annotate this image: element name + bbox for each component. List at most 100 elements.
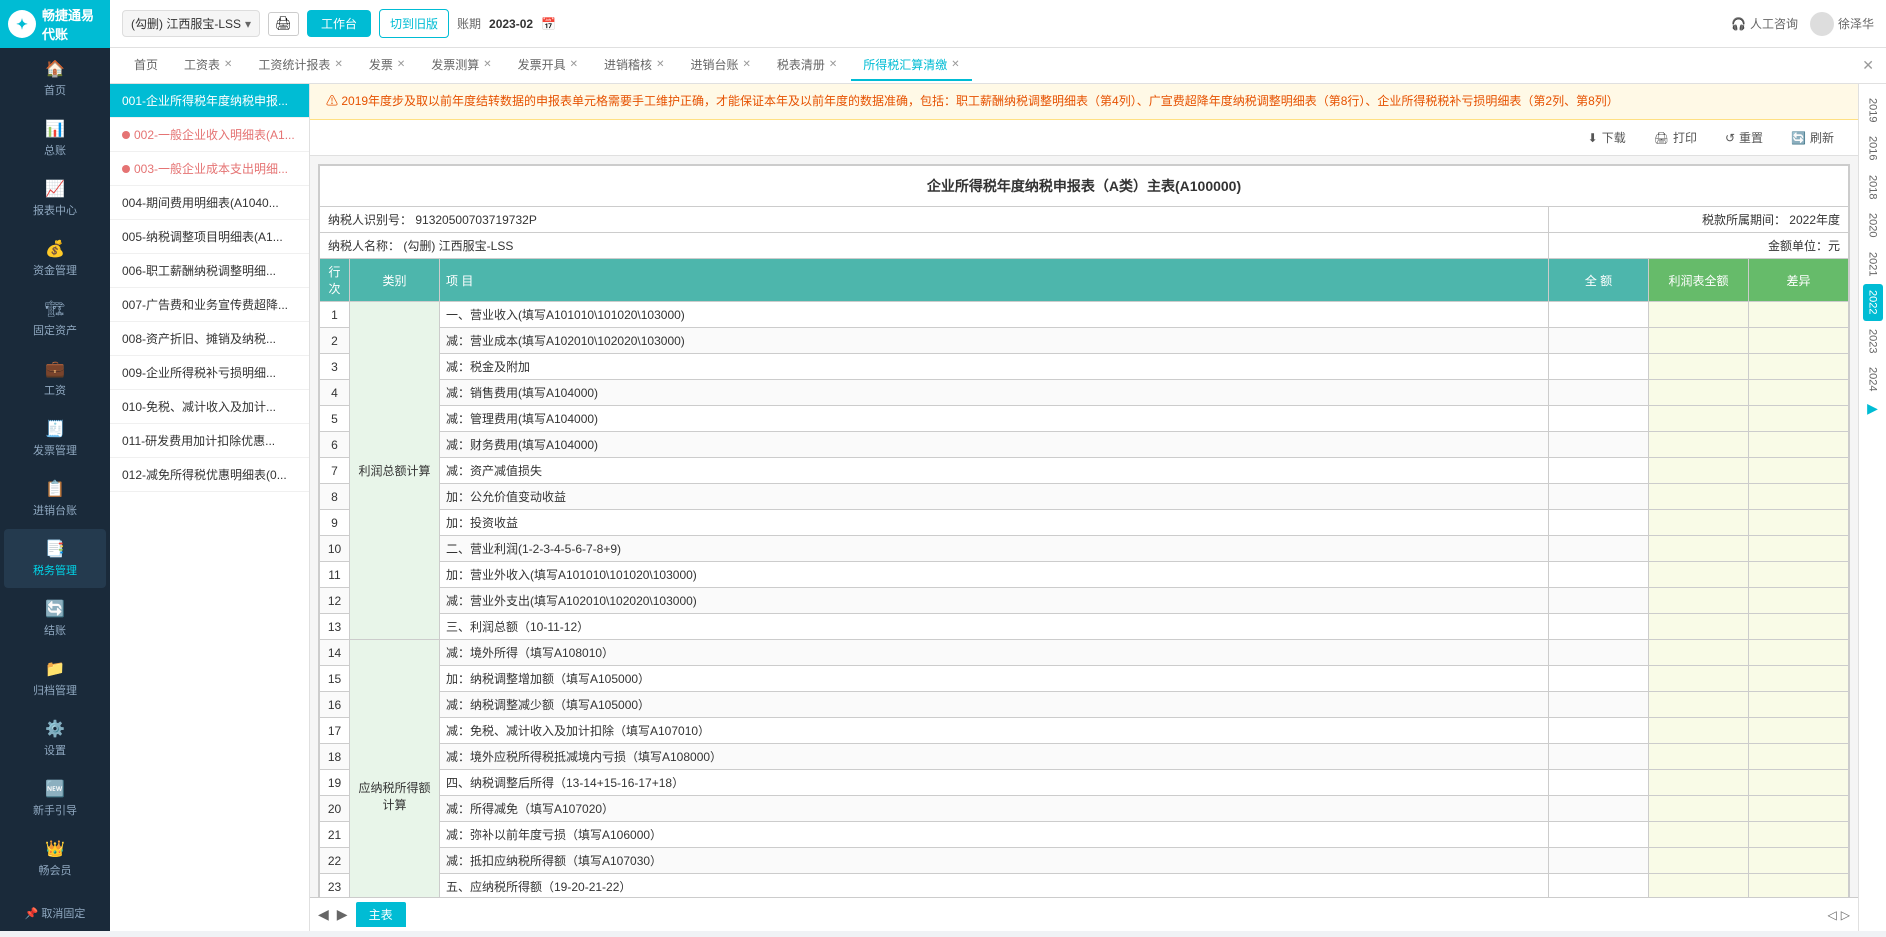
amount-cell[interactable] xyxy=(1549,302,1649,328)
print-button[interactable]: 🖨 打印 xyxy=(1646,126,1705,149)
tab-close-icon[interactable]: ✕ xyxy=(742,59,750,70)
nav-tab-工资统计报表[interactable]: 工资统计报表✕ xyxy=(246,50,354,81)
cancel-fixed-btn[interactable]: 📌 取消固定 xyxy=(0,897,110,929)
sidebar-item-salary[interactable]: 💼 工资 xyxy=(4,349,106,408)
profit-cell[interactable] xyxy=(1649,458,1749,484)
profit-cell[interactable] xyxy=(1649,562,1749,588)
diff-cell[interactable] xyxy=(1749,770,1849,796)
tab-close-icon[interactable]: ✕ xyxy=(656,59,664,70)
tab-close-icon[interactable]: ✕ xyxy=(570,59,578,70)
nav-tab-进销台账[interactable]: 进销台账✕ xyxy=(678,50,762,81)
profit-cell[interactable] xyxy=(1649,328,1749,354)
amount-cell[interactable] xyxy=(1549,328,1649,354)
nav-tab-税表清册[interactable]: 税表清册✕ xyxy=(765,50,849,81)
reset-button[interactable]: ↺ 重置 xyxy=(1717,126,1771,149)
close-all-tabs-button[interactable]: ✕ xyxy=(1862,57,1874,74)
year-btn-2022[interactable]: 2022 xyxy=(1863,284,1883,320)
profit-cell[interactable] xyxy=(1649,354,1749,380)
diff-cell[interactable] xyxy=(1749,406,1849,432)
amount-cell[interactable] xyxy=(1549,744,1649,770)
sidebar-item-tax[interactable]: 📑 税务管理 xyxy=(4,529,106,588)
diff-cell[interactable] xyxy=(1749,640,1849,666)
sidebar-item-archive[interactable]: 📁 归档管理 xyxy=(4,649,106,708)
profit-cell[interactable] xyxy=(1649,640,1749,666)
amount-cell[interactable] xyxy=(1549,354,1649,380)
tab-close-icon[interactable]: ✕ xyxy=(951,59,959,70)
profit-cell[interactable] xyxy=(1649,302,1749,328)
sheet-nav-left[interactable]: ◀ xyxy=(318,906,329,923)
diff-cell[interactable] xyxy=(1749,380,1849,406)
profit-cell[interactable] xyxy=(1649,510,1749,536)
profit-cell[interactable] xyxy=(1649,744,1749,770)
tab-close-icon[interactable]: ✕ xyxy=(829,59,837,70)
year-expand-icon[interactable]: ▶ xyxy=(1867,400,1878,417)
profit-cell[interactable] xyxy=(1649,614,1749,640)
diff-cell[interactable] xyxy=(1749,536,1849,562)
amount-cell[interactable] xyxy=(1549,458,1649,484)
left-panel-item-009[interactable]: 009-企业所得税补亏损明细... xyxy=(110,356,309,390)
year-btn-2020[interactable]: 2020 xyxy=(1863,207,1883,243)
amount-cell[interactable] xyxy=(1549,666,1649,692)
amount-cell[interactable] xyxy=(1549,796,1649,822)
diff-cell[interactable] xyxy=(1749,614,1849,640)
sidebar-item-settings[interactable]: ⚙️ 设置 xyxy=(4,709,106,768)
left-panel-item-001[interactable]: 001-企业所得税年度纳税申报... xyxy=(110,84,309,118)
amount-cell[interactable] xyxy=(1549,822,1649,848)
diff-cell[interactable] xyxy=(1749,744,1849,770)
amount-cell[interactable] xyxy=(1549,640,1649,666)
left-panel-item-002[interactable]: 002-一般企业收入明细表(A1... xyxy=(110,118,309,152)
amount-cell[interactable] xyxy=(1549,692,1649,718)
sidebar-item-purchase[interactable]: 📋 进销台账 xyxy=(4,469,106,528)
diff-cell[interactable] xyxy=(1749,302,1849,328)
year-btn-2019[interactable]: 2019 xyxy=(1863,92,1883,128)
profit-cell[interactable] xyxy=(1649,432,1749,458)
ai-consult[interactable]: 🎧 人工咨询 xyxy=(1731,15,1798,32)
amount-cell[interactable] xyxy=(1549,406,1649,432)
nav-tab-发票开具[interactable]: 发票开具✕ xyxy=(506,50,590,81)
year-btn-2024[interactable]: 2024 xyxy=(1863,361,1883,397)
profit-cell[interactable] xyxy=(1649,380,1749,406)
left-panel-item-012[interactable]: 012-减免所得税优惠明细表(0... xyxy=(110,458,309,492)
left-panel-item-008[interactable]: 008-资产折旧、摊销及纳税... xyxy=(110,322,309,356)
print-icon-btn[interactable]: 🖨 xyxy=(268,12,299,36)
left-panel-item-004[interactable]: 004-期间费用明细表(A1040... xyxy=(110,186,309,220)
sidebar-item-home[interactable]: 🏠 首页 xyxy=(4,49,106,108)
scroll-right-icon[interactable]: ▷ xyxy=(1841,908,1850,922)
amount-cell[interactable] xyxy=(1549,614,1649,640)
amount-cell[interactable] xyxy=(1549,484,1649,510)
nav-tab-首页[interactable]: 首页 xyxy=(122,50,170,81)
amount-cell[interactable] xyxy=(1549,536,1649,562)
left-panel-item-006[interactable]: 006-职工薪酬纳税调整明细... xyxy=(110,254,309,288)
nav-tab-进销稽核[interactable]: 进销稽核✕ xyxy=(592,50,676,81)
amount-cell[interactable] xyxy=(1549,562,1649,588)
sidebar-item-member[interactable]: 👑 畅会员 xyxy=(4,829,106,888)
diff-cell[interactable] xyxy=(1749,874,1849,897)
year-btn-2018[interactable]: 2018 xyxy=(1863,169,1883,205)
amount-cell[interactable] xyxy=(1549,874,1649,897)
profit-cell[interactable] xyxy=(1649,588,1749,614)
amount-cell[interactable] xyxy=(1549,588,1649,614)
download-button[interactable]: ⬇ 下载 xyxy=(1580,126,1634,149)
tab-close-icon[interactable]: ✕ xyxy=(224,59,232,70)
amount-cell[interactable] xyxy=(1549,848,1649,874)
year-btn-2023[interactable]: 2023 xyxy=(1863,323,1883,359)
amount-cell[interactable] xyxy=(1549,432,1649,458)
profit-cell[interactable] xyxy=(1649,406,1749,432)
profit-cell[interactable] xyxy=(1649,484,1749,510)
diff-cell[interactable] xyxy=(1749,822,1849,848)
sidebar-item-asset[interactable]: 🏗 固定资产 xyxy=(4,289,106,348)
left-panel-item-007[interactable]: 007-广告费和业务宣传费超降... xyxy=(110,288,309,322)
nav-tab-发票[interactable]: 发票✕ xyxy=(357,50,417,81)
sidebar-item-invoice[interactable]: 🧾 发票管理 xyxy=(4,409,106,468)
profit-cell[interactable] xyxy=(1649,770,1749,796)
profit-cell[interactable] xyxy=(1649,718,1749,744)
left-panel-item-005[interactable]: 005-纳税调整项目明细表(A1... xyxy=(110,220,309,254)
year-btn-2016[interactable]: 2016 xyxy=(1863,130,1883,166)
profit-cell[interactable] xyxy=(1649,848,1749,874)
sidebar-item-guide[interactable]: 🆕 新手引导 xyxy=(4,769,106,828)
switch-old-button[interactable]: 切到旧版 xyxy=(379,9,449,38)
profit-cell[interactable] xyxy=(1649,692,1749,718)
year-btn-2021[interactable]: 2021 xyxy=(1863,246,1883,282)
diff-cell[interactable] xyxy=(1749,328,1849,354)
diff-cell[interactable] xyxy=(1749,848,1849,874)
